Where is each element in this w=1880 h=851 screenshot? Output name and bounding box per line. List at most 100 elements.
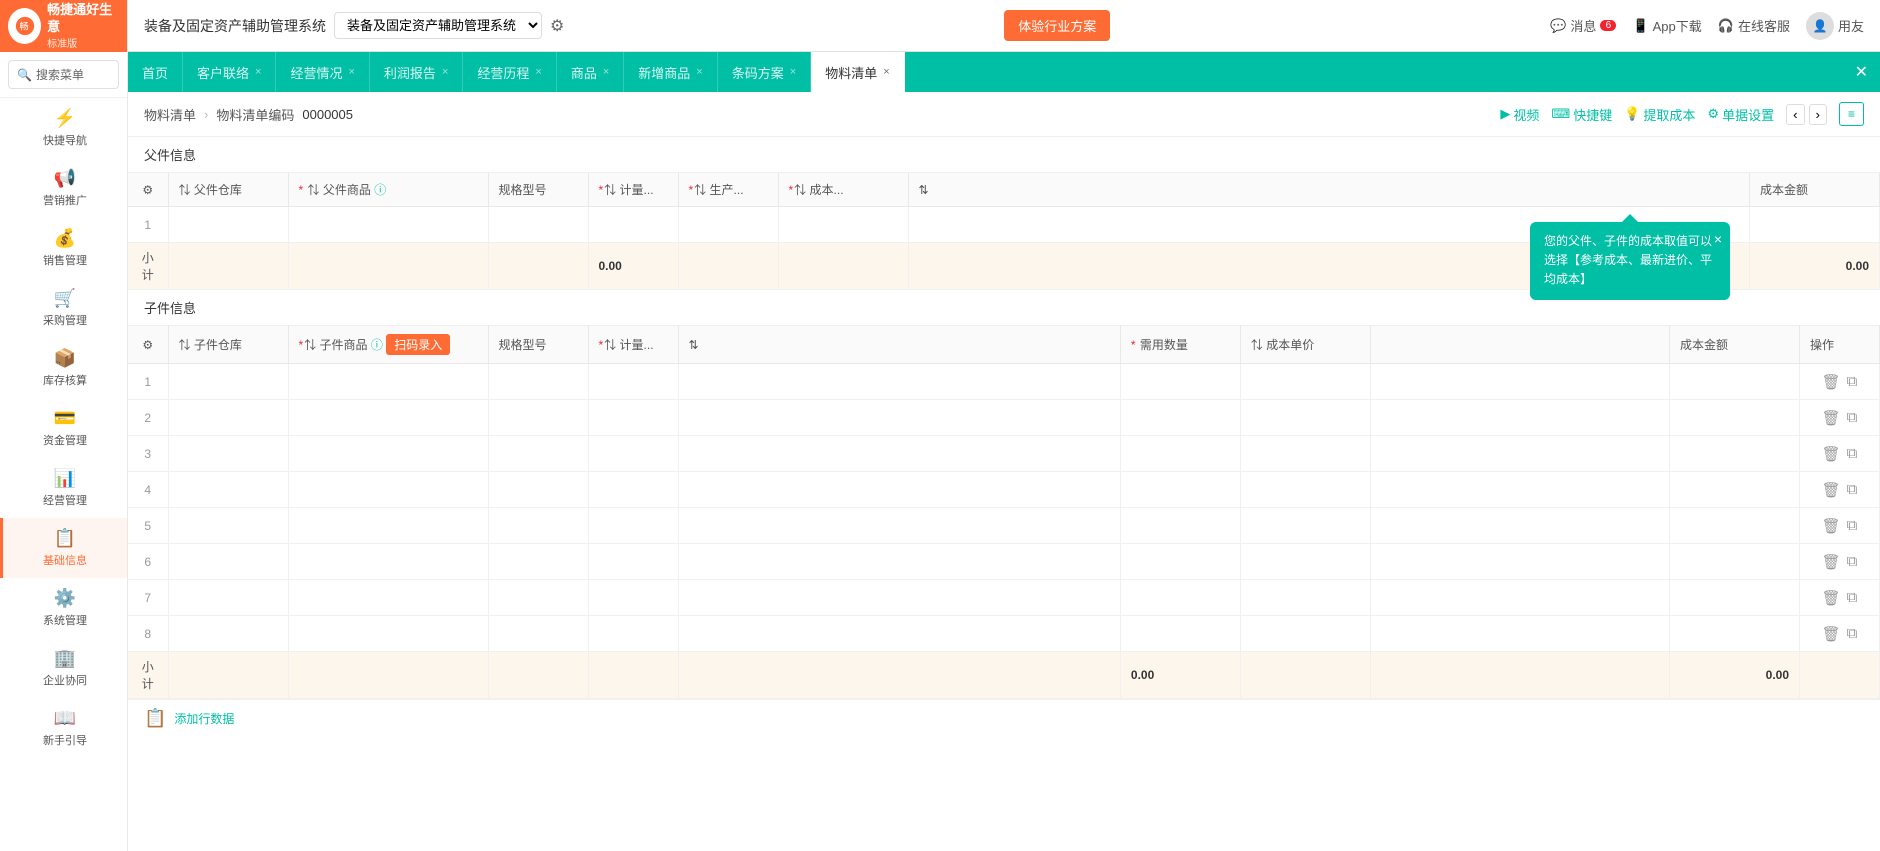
prev-button[interactable]: ‹ <box>1786 104 1804 125</box>
copy-icon[interactable]: ⧉ <box>1847 517 1858 535</box>
copy-icon[interactable]: ⧉ <box>1847 625 1858 643</box>
online-service-item[interactable]: 🎧 在线客服 <box>1718 16 1790 35</box>
delete-icon[interactable]: 🗑 <box>1822 517 1841 535</box>
bottom-hint[interactable]: 添加行数据 <box>174 710 234 727</box>
child-row-unit[interactable] <box>588 616 678 652</box>
child-row-spec[interactable] <box>488 508 588 544</box>
tab-customer-close[interactable]: × <box>255 66 261 78</box>
sidebar-item-quick-nav[interactable]: ⚡ 快捷导航 <box>0 98 127 158</box>
scan-button[interactable]: 扫码录入 <box>386 334 450 355</box>
delete-icon[interactable]: 🗑 <box>1822 625 1841 643</box>
sidebar-item-basic-info[interactable]: 📋 基础信息 <box>0 518 127 578</box>
tooltip-close-button[interactable]: × <box>1714 228 1722 250</box>
delete-icon[interactable]: 🗑 <box>1822 409 1841 427</box>
copy-icon[interactable]: ⧉ <box>1847 409 1858 427</box>
tab-new-product[interactable]: 新增商品 × <box>624 52 717 92</box>
sidebar-item-finance[interactable]: 💳 资金管理 <box>0 398 127 458</box>
sidebar-item-guide[interactable]: 📖 新手引导 <box>0 698 127 758</box>
copy-icon[interactable]: ⧉ <box>1847 553 1858 571</box>
single-setting-action[interactable]: ⚙ 单据设置 <box>1707 105 1774 124</box>
tab-home[interactable]: 首页 <box>128 52 183 92</box>
child-row-warehouse[interactable] <box>168 472 288 508</box>
tab-profit-close[interactable]: × <box>442 66 448 78</box>
child-row-qty[interactable] <box>1120 544 1240 580</box>
child-row-warehouse[interactable] <box>168 436 288 472</box>
child-row-unit[interactable] <box>588 472 678 508</box>
child-row-spec[interactable] <box>488 364 588 400</box>
list-view-button[interactable]: ≡ <box>1839 102 1864 126</box>
view-video-action[interactable]: ▶ 视频 <box>1500 105 1539 124</box>
child-row-unit-cost[interactable] <box>1240 508 1370 544</box>
child-row-qty[interactable] <box>1120 508 1240 544</box>
child-row-qty[interactable] <box>1120 436 1240 472</box>
delete-icon[interactable]: 🗑 <box>1822 553 1841 571</box>
parent-row-product[interactable] <box>288 207 488 243</box>
parent-row-warehouse[interactable] <box>168 207 288 243</box>
child-row-unit[interactable] <box>588 436 678 472</box>
child-row-unit[interactable] <box>588 580 678 616</box>
child-row-qty[interactable] <box>1120 364 1240 400</box>
tab-customer[interactable]: 客户联络 × <box>183 52 276 92</box>
child-row-unit[interactable] <box>588 364 678 400</box>
tab-barcode-close[interactable]: × <box>790 66 796 78</box>
child-row-product[interactable] <box>288 616 488 652</box>
child-row-qty[interactable] <box>1120 580 1240 616</box>
child-row-warehouse[interactable] <box>168 400 288 436</box>
child-row-spec[interactable] <box>488 436 588 472</box>
close-all-tabs[interactable]: ✕ <box>1843 62 1880 82</box>
tab-products-close[interactable]: × <box>603 66 609 78</box>
child-row-warehouse[interactable] <box>168 544 288 580</box>
sidebar-item-purchase[interactable]: 🛒 采购管理 <box>0 278 127 338</box>
parent-row-cost[interactable] <box>778 207 908 243</box>
child-row-spec[interactable] <box>488 472 588 508</box>
child-row-product[interactable] <box>288 400 488 436</box>
child-row-qty[interactable] <box>1120 472 1240 508</box>
child-row-spec[interactable] <box>488 544 588 580</box>
trial-button[interactable]: 体验行业方案 <box>1004 10 1110 41</box>
breadcrumb-list-label[interactable]: 物料清单 <box>144 105 196 124</box>
tab-operations-status[interactable]: 经营情况 × <box>276 52 369 92</box>
tab-products[interactable]: 商品 × <box>557 52 624 92</box>
sidebar-item-system[interactable]: ⚙️ 系统管理 <box>0 578 127 638</box>
tab-ops-close[interactable]: × <box>348 66 354 78</box>
app-download-item[interactable]: 📱 App下载 <box>1632 16 1701 35</box>
sidebar-item-marketing[interactable]: 📢 营销推广 <box>0 158 127 218</box>
tab-history[interactable]: 经营历程 × <box>463 52 556 92</box>
parent-row-production[interactable] <box>678 207 778 243</box>
child-row-unit-cost[interactable] <box>1240 472 1370 508</box>
tab-bom-close[interactable]: × <box>883 66 889 78</box>
child-row-qty[interactable] <box>1120 400 1240 436</box>
delete-icon[interactable]: 🗑 <box>1822 445 1841 463</box>
delete-icon[interactable]: 🗑 <box>1822 373 1841 391</box>
child-row-unit-cost[interactable] <box>1240 580 1370 616</box>
child-row-product[interactable] <box>288 508 488 544</box>
child-row-warehouse[interactable] <box>168 580 288 616</box>
shortcut-action[interactable]: ⌨ 快捷键 <box>1551 105 1612 124</box>
tab-new-product-close[interactable]: × <box>696 66 702 78</box>
system-select[interactable]: 装备及固定资产辅助管理系统 <box>334 12 542 39</box>
sidebar-item-operations[interactable]: 📊 经营管理 <box>0 458 127 518</box>
child-row-unit-cost[interactable] <box>1240 400 1370 436</box>
child-settings-icon[interactable]: ⚙ <box>142 338 153 352</box>
child-row-unit-cost[interactable] <box>1240 436 1370 472</box>
child-row-spec[interactable] <box>488 616 588 652</box>
tab-barcode[interactable]: 条码方案 × <box>718 52 811 92</box>
child-row-product[interactable] <box>288 472 488 508</box>
user-item[interactable]: 👤 用友 <box>1806 12 1864 40</box>
delete-icon[interactable]: 🗑 <box>1822 589 1841 607</box>
copy-icon[interactable]: ⧉ <box>1847 589 1858 607</box>
child-row-spec[interactable] <box>488 580 588 616</box>
child-row-spec[interactable] <box>488 400 588 436</box>
settings-gear-icon[interactable]: ⚙ <box>142 183 153 197</box>
child-row-product[interactable] <box>288 436 488 472</box>
child-row-unit-cost[interactable] <box>1240 616 1370 652</box>
parent-row-spec[interactable] <box>488 207 588 243</box>
tab-bom[interactable]: 物料清单 × <box>811 52 904 92</box>
child-row-product[interactable] <box>288 364 488 400</box>
sidebar-item-sales[interactable]: 💰 销售管理 <box>0 218 127 278</box>
delete-icon[interactable]: 🗑 <box>1822 481 1841 499</box>
child-row-warehouse[interactable] <box>168 616 288 652</box>
child-row-unit[interactable] <box>588 508 678 544</box>
sidebar-item-enterprise[interactable]: 🏢 企业协同 <box>0 638 127 698</box>
parent-row-unit[interactable] <box>588 207 678 243</box>
